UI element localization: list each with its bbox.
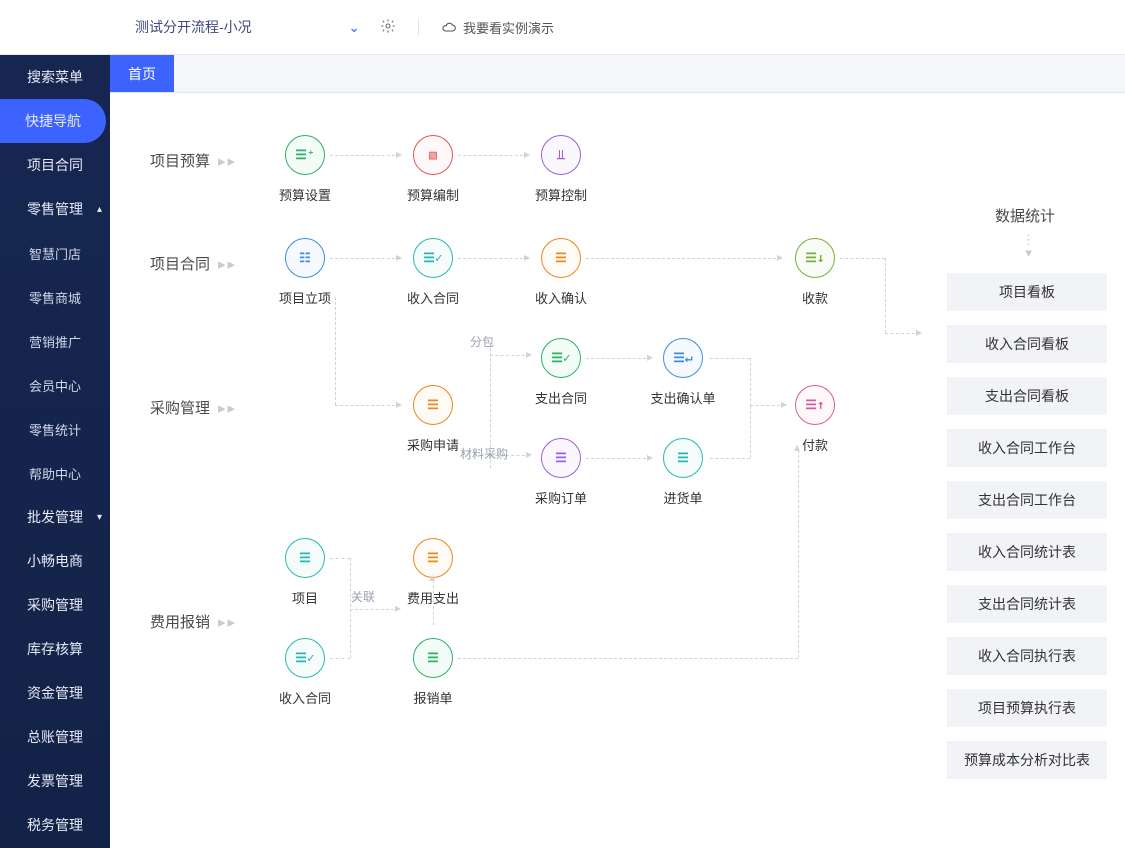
node-income-contract-2[interactable]: ☰✓ 收入合同: [270, 638, 340, 707]
topbar: 测试分开流程-小况 ⌄ 我要看实例演示: [0, 0, 1125, 55]
card-icon: ☰↑: [795, 385, 835, 425]
label-subcontract: 分包: [470, 333, 494, 350]
stat-button-1[interactable]: 收入合同看板: [947, 325, 1107, 363]
triangle-up-icon: ▴: [97, 204, 102, 215]
receipt-icon: ☰↓: [795, 238, 835, 278]
sidebar-item-2[interactable]: 项目合同: [0, 143, 110, 187]
reimburse-icon: ☰: [413, 638, 453, 678]
doc-confirm-icon: ☰: [541, 238, 581, 278]
node-income-contract[interactable]: ☰✓ 收入合同: [398, 238, 468, 307]
node-purchase-order[interactable]: ☰ 采购订单: [526, 438, 596, 507]
sidebar: 畅捷通好业财 专业版 搜索菜单快捷导航项目合同零售管理▴智慧门店零售商城营销推广…: [0, 0, 110, 848]
stat-button-3[interactable]: 收入合同工作台: [947, 429, 1107, 467]
node-expense-confirm[interactable]: ☰↵ 支出确认单: [648, 338, 718, 407]
tenant-name: 测试分开流程-小况: [135, 19, 252, 35]
sidebar-item-0[interactable]: 搜索菜单: [0, 55, 110, 99]
doc-order-icon: ☰: [541, 438, 581, 478]
income-contract-icon: ☰✓: [285, 638, 325, 678]
sidebar-item-12[interactable]: 采购管理: [0, 583, 110, 627]
node-budget-compile[interactable]: ▧ 预算编制: [398, 135, 468, 204]
chevron-down-icon: ⌄: [348, 19, 360, 36]
demo-link[interactable]: 我要看实例演示: [441, 18, 554, 37]
sidebar-item-11[interactable]: 小畅电商: [0, 539, 110, 583]
node-income-confirm[interactable]: ☰ 收入确认: [526, 238, 596, 307]
gear-icon[interactable]: [380, 18, 396, 37]
section-purchase: 采购管理▸▸: [150, 397, 237, 418]
stat-button-9[interactable]: 预算成本分析对比表: [947, 741, 1107, 779]
stat-button-7[interactable]: 收入合同执行表: [947, 637, 1107, 675]
doc-expense-confirm-icon: ☰↵: [663, 338, 703, 378]
picture-icon: ▧: [413, 135, 453, 175]
triangle-down-icon: ▾: [97, 512, 102, 523]
sidebar-item-5[interactable]: 零售商城: [0, 275, 110, 319]
sidebar-item-7[interactable]: 会员中心: [0, 363, 110, 407]
stats-title: 数据统计: [995, 205, 1055, 226]
label-material: 材料采购: [460, 445, 508, 462]
stat-button-2[interactable]: 支出合同看板: [947, 377, 1107, 415]
tabs-row: 首页: [110, 55, 1125, 93]
section-expense: 费用报销▸▸: [150, 611, 237, 632]
stat-button-6[interactable]: 支出合同统计表: [947, 585, 1107, 623]
node-reimburse[interactable]: ☰ 报销单: [398, 638, 468, 707]
demo-label: 我要看实例演示: [463, 18, 554, 37]
stat-button-4[interactable]: 支出合同工作台: [947, 481, 1107, 519]
node-budget-settings[interactable]: ☰⁺ 预算设置: [270, 135, 340, 204]
tab-home[interactable]: 首页: [110, 55, 174, 92]
section-budget: 项目预算▸▸: [150, 150, 237, 171]
chart-icon: ⫫: [541, 135, 581, 175]
sidebar-item-8[interactable]: 零售统计: [0, 407, 110, 451]
sidebar-item-17[interactable]: 税务管理: [0, 803, 110, 847]
node-expense-contract[interactable]: ☰✓ 支出合同: [526, 338, 596, 407]
doc-apply-icon: ☰: [413, 385, 453, 425]
stat-button-5[interactable]: 收入合同统计表: [947, 533, 1107, 571]
sidebar-item-1[interactable]: 快捷导航: [0, 99, 106, 143]
doc-goods-icon: ☰: [663, 438, 703, 478]
stats-arrow-icon: ⋮▾: [1022, 233, 1035, 259]
cloud-icon: [441, 19, 457, 35]
project-icon: ☰: [285, 538, 325, 578]
sidebar-item-4[interactable]: 智慧门店: [0, 231, 110, 275]
doc-plus-icon: ☰⁺: [285, 135, 325, 175]
doc-check-icon: ☷: [285, 238, 325, 278]
node-receipt[interactable]: ☰↓ 收款: [780, 238, 850, 307]
node-goods-in[interactable]: ☰ 进货单: [648, 438, 718, 507]
label-relate: 关联: [351, 590, 375, 604]
sidebar-item-6[interactable]: 营销推广: [0, 319, 110, 363]
sidebar-item-15[interactable]: 总账管理: [0, 715, 110, 759]
node-project-init[interactable]: ☷ 项目立项: [270, 238, 340, 307]
sidebar-item-14[interactable]: 资金管理: [0, 671, 110, 715]
tenant-select[interactable]: 测试分开流程-小况 ⌄: [135, 17, 360, 37]
sidebar-item-9[interactable]: 帮助中心: [0, 451, 110, 495]
node-payment[interactable]: ☰↑ 付款: [780, 385, 850, 454]
node-purchase-apply[interactable]: ☰ 采购申请: [398, 385, 468, 454]
node-budget-control[interactable]: ⫫ 预算控制: [526, 135, 596, 204]
section-contract: 项目合同▸▸: [150, 253, 237, 274]
sidebar-item-16[interactable]: 发票管理: [0, 759, 110, 803]
node-project[interactable]: ☰ 项目: [270, 538, 340, 607]
sidebar-item-10[interactable]: 批发管理▾: [0, 495, 110, 539]
canvas: 项目预算▸▸ 项目合同▸▸ 采购管理▸▸ 费用报销▸▸ ☰⁺ 预算设置 ▧ 预算…: [120, 95, 1125, 848]
doc-dollar-icon: ☰✓: [413, 238, 453, 278]
stat-button-0[interactable]: 项目看板: [947, 273, 1107, 311]
stat-button-8[interactable]: 项目预算执行表: [947, 689, 1107, 727]
sidebar-item-3[interactable]: 零售管理▴: [0, 187, 110, 231]
topbar-divider: [418, 18, 419, 36]
sidebar-item-13[interactable]: 库存核算: [0, 627, 110, 671]
doc-expense-icon: ☰✓: [541, 338, 581, 378]
